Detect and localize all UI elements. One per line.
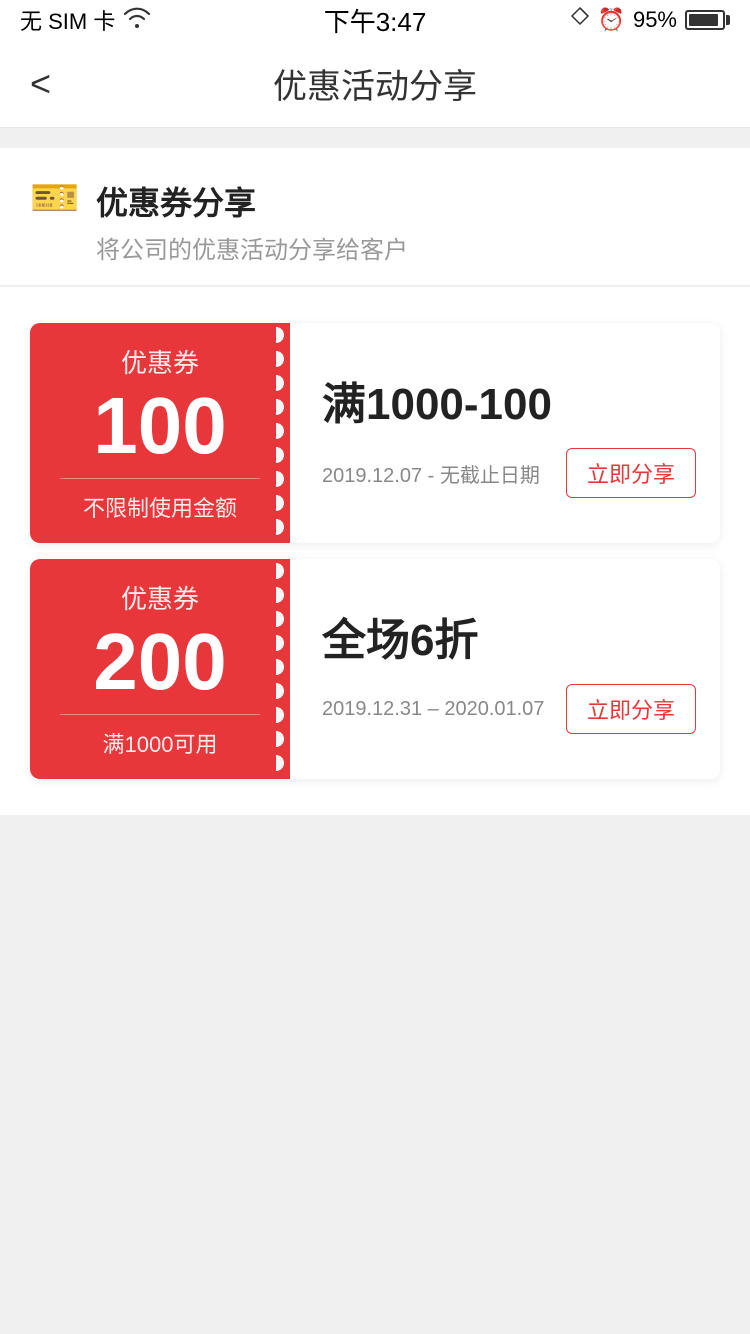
coupon-condition-2: 满1000可用 xyxy=(103,727,218,759)
coupon-card-1: 优惠券 100 不限制使用金额 满1000-100 2019.12.07 - 无… xyxy=(30,323,720,543)
coupon-section-icon: 🎫 xyxy=(30,178,80,228)
page-title: 优惠活动分享 xyxy=(273,59,477,108)
status-bar: 无 SIM 卡 下午3:47 ⏰ 95% xyxy=(0,0,750,40)
coupon-divider-2 xyxy=(60,714,260,715)
coupon-name-2: 全场6折 xyxy=(322,604,696,668)
battery-percent: 95% xyxy=(633,7,677,33)
alarm-icon: ⏰ xyxy=(598,7,625,33)
wifi-icon xyxy=(123,6,151,34)
gray-background xyxy=(0,815,750,1315)
coupon-bottom-row-2: 2019.12.31 – 2020.01.07 立即分享 xyxy=(322,684,696,734)
coupon-condition-1: 不限制使用金额 xyxy=(83,491,237,523)
section-text: 优惠券分享 将公司的优惠活动分享给客户 xyxy=(96,178,408,265)
coupon-amount-1: 100 xyxy=(93,386,226,466)
share-button-2[interactable]: 立即分享 xyxy=(566,684,696,734)
section-subtitle: 将公司的优惠活动分享给客户 xyxy=(96,230,408,265)
coupon-bottom-row-1: 2019.12.07 - 无截止日期 立即分享 xyxy=(322,448,696,498)
section-header: 🎫 优惠券分享 将公司的优惠活动分享给客户 xyxy=(0,148,750,285)
nav-bar: < 优惠活动分享 xyxy=(0,40,750,128)
time-display: 下午3:47 xyxy=(324,2,427,39)
coupon-type-label-1: 优惠券 xyxy=(121,343,199,380)
coupon-right-1: 满1000-100 2019.12.07 - 无截止日期 立即分享 xyxy=(290,323,720,543)
back-button[interactable]: < xyxy=(30,63,51,105)
share-button-1[interactable]: 立即分享 xyxy=(566,448,696,498)
section-title: 优惠券分享 xyxy=(96,178,408,224)
coupon-left-1: 优惠券 100 不限制使用金额 xyxy=(30,323,290,543)
location-icon xyxy=(570,6,590,34)
coupon-divider-1 xyxy=(60,478,260,479)
coupons-container: 优惠券 100 不限制使用金额 满1000-100 2019.12.07 - 无… xyxy=(0,287,750,815)
status-right: ⏰ 95% xyxy=(570,6,730,34)
coupon-right-2: 全场6折 2019.12.31 – 2020.01.07 立即分享 xyxy=(290,559,720,779)
carrier-text: 无 SIM 卡 xyxy=(20,4,115,36)
coupon-card-2: 优惠券 200 满1000可用 全场6折 2019.12.31 – 2020.0… xyxy=(30,559,720,779)
coupon-date-2: 2019.12.31 – 2020.01.07 xyxy=(322,698,544,721)
status-left: 无 SIM 卡 xyxy=(20,4,151,36)
coupon-date-1: 2019.12.07 - 无截止日期 xyxy=(322,459,540,488)
coupon-left-2: 优惠券 200 满1000可用 xyxy=(30,559,290,779)
coupon-amount-2: 200 xyxy=(93,622,226,702)
coupon-name-1: 满1000-100 xyxy=(322,368,696,432)
battery-icon xyxy=(685,10,730,30)
coupon-type-label-2: 优惠券 xyxy=(121,579,199,616)
